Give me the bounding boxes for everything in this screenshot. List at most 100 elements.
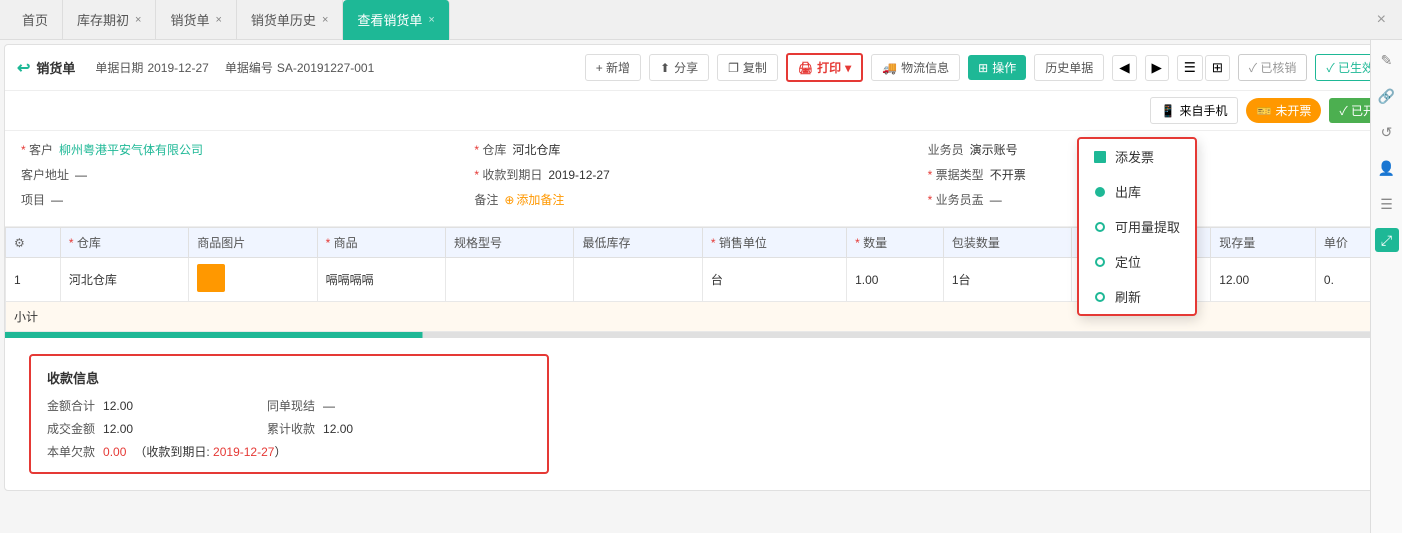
cumulative-payment-label: 累计收款 xyxy=(267,420,315,437)
total-amount-field: 金额合计 12.00 xyxy=(47,397,227,414)
tab-inventory-init[interactable]: 库存期初 × xyxy=(63,0,156,40)
deal-amount-value: 12.00 xyxy=(103,422,133,436)
cell-index: 1 xyxy=(6,258,61,302)
dropdown-quantity-pick[interactable]: 可用量提取 xyxy=(1079,209,1195,244)
view-toggle: ☰ ⊞ xyxy=(1177,55,1230,81)
tab-home[interactable]: 首页 xyxy=(8,0,63,40)
add-button[interactable]: + 新增 xyxy=(585,54,641,81)
ticket-type-value: 不开票 xyxy=(990,166,1026,183)
doc-number-field: 单据编号 SA-20191227-001 xyxy=(225,59,374,76)
col-product: * 商品 xyxy=(317,228,445,258)
col-min-stock: 最低库存 xyxy=(574,228,702,258)
doc-icon: ↩ xyxy=(17,58,30,78)
cell-pack-qty: 1台 xyxy=(943,258,1071,302)
tab-close-sales[interactable]: × xyxy=(215,14,221,26)
sales-person-value: — xyxy=(990,193,1002,207)
add-note-button[interactable]: ⊕ 添加备注 xyxy=(504,191,564,208)
sidebar-edit-icon[interactable]: ✎ xyxy=(1375,48,1399,72)
tab-sales-order[interactable]: 销货单 × xyxy=(156,0,236,40)
total-amount-value: 12.00 xyxy=(103,399,133,413)
tab-bar: 首页 库存期初 × 销货单 × 销货单历史 × 查看销货单 × × xyxy=(0,0,1402,40)
payment-date-field: 收款到期日 2019-12-27 xyxy=(474,166,927,183)
warehouse-value: 河北仓库 xyxy=(512,141,560,158)
unopened-button[interactable]: 🎫 未开票 xyxy=(1246,98,1321,123)
document-title: ↩ 销货单 xyxy=(17,58,75,78)
overdue-field: 本单欠款 0.00 （收款到期日: 2019-12-27） xyxy=(47,443,286,460)
payment-row-2: 成交金额 12.00 累计收款 12.00 xyxy=(47,420,531,437)
outstock-icon xyxy=(1093,185,1107,199)
dropdown-refresh[interactable]: 刷新 xyxy=(1079,279,1195,314)
logistics-button[interactable]: 🚚 物流信息 xyxy=(871,54,960,81)
cell-current-stock: 12.00 xyxy=(1211,258,1316,302)
col-product-img: 商品图片 xyxy=(189,228,317,258)
employee-value: 演示账号 xyxy=(970,141,1018,158)
check-icon: ✓ xyxy=(1249,61,1257,75)
share-button[interactable]: ⬆ 分享 xyxy=(649,54,709,81)
cell-warehouse: 河北仓库 xyxy=(60,258,188,302)
sidebar-refresh-icon[interactable]: ↺ xyxy=(1375,120,1399,144)
cancelled-status-button[interactable]: ✓ 已核销 xyxy=(1238,54,1308,81)
address-field: 客户地址 — xyxy=(21,166,474,183)
operate-dropdown: 添发票 出库 可用量提取 定位 刷新 xyxy=(1077,137,1197,316)
col-warehouse: * 仓库 xyxy=(60,228,188,258)
cell-model xyxy=(446,258,574,302)
overdue-value: 0.00 xyxy=(103,445,126,459)
dropdown-add-invoice[interactable]: 添发票 xyxy=(1079,139,1195,174)
cell-unit: 台 xyxy=(702,258,846,302)
cell-quantity: 1.00 xyxy=(847,258,944,302)
cumulative-payment-value: 12.00 xyxy=(323,422,353,436)
print-icon: 🖨 xyxy=(798,61,813,75)
number-label: 单据编号 xyxy=(225,59,273,76)
print-button[interactable]: 🖨 打印 ▾ xyxy=(786,53,863,82)
warehouse-label: 仓库 xyxy=(474,141,506,158)
sidebar-link-icon[interactable]: 🔗 xyxy=(1375,84,1399,108)
document-actions: + 新增 ⬆ 分享 ❐ 复制 🖨 打印 ▾ 🚚 物流信息 ⊞ 操作 xyxy=(585,53,1385,82)
right-sidebar: ✎ 🔗 ↺ 👤 ☰ ⤢ xyxy=(1370,40,1402,533)
prev-button[interactable]: ◀ xyxy=(1112,55,1136,81)
tab-view-sales[interactable]: 查看销货单 × xyxy=(343,0,449,40)
col-unit: * 销售单位 xyxy=(702,228,846,258)
address-value: — xyxy=(75,168,87,182)
same-order-field: 同单现结 — xyxy=(267,397,447,414)
sidebar-expand-icon[interactable]: ⤢ xyxy=(1375,228,1399,252)
payment-date-value: 2019-12-27 xyxy=(548,168,609,182)
gear-icon[interactable]: ⚙ xyxy=(14,236,25,250)
grid-view-button[interactable]: ⊞ xyxy=(1205,55,1230,81)
document-meta: 单据日期 2019-12-27 单据编号 SA-20191227-001 xyxy=(95,59,374,76)
date-value: 2019-12-27 xyxy=(147,61,208,75)
ticket-type-label: 票据类型 xyxy=(928,166,984,183)
history-button[interactable]: 历史单据 xyxy=(1034,54,1104,81)
sub-toolbar: 📱 来自手机 🎫 未开票 ✓ 已开 xyxy=(5,91,1397,131)
content-area: ↩ 销货单 单据日期 2019-12-27 单据编号 SA-20191227-0… xyxy=(4,44,1398,491)
sidebar-list-icon[interactable]: ☰ xyxy=(1375,192,1399,216)
tab-close-inventory[interactable]: × xyxy=(135,14,141,26)
mobile-button[interactable]: 📱 来自手机 xyxy=(1150,97,1239,124)
overdue-suffix: （收款到期日: 2019-12-27） xyxy=(134,443,286,460)
employee-label: 业务员 xyxy=(928,141,964,158)
tab-close-history[interactable]: × xyxy=(322,14,328,26)
col-settings[interactable]: ⚙ xyxy=(6,228,61,258)
next-button[interactable]: ▶ xyxy=(1145,55,1169,81)
due-date-value: 2019-12-27 xyxy=(213,445,274,459)
list-view-button[interactable]: ☰ xyxy=(1177,55,1203,81)
customer-value[interactable]: 柳州粤港平安气体有限公司 xyxy=(59,141,203,158)
copy-button[interactable]: ❐ 复制 xyxy=(717,54,778,81)
tab-sales-history[interactable]: 销货单历史 × xyxy=(237,0,343,40)
customer-label: 客户 xyxy=(21,141,53,158)
address-label: 客户地址 xyxy=(21,166,69,183)
sidebar-user-icon[interactable]: 👤 xyxy=(1375,156,1399,180)
payment-info-title: 收款信息 xyxy=(47,368,531,387)
date-label: 单据日期 xyxy=(95,59,143,76)
dropdown-location[interactable]: 定位 xyxy=(1079,244,1195,279)
notes-label: 备注 xyxy=(474,191,498,208)
operate-button[interactable]: ⊞ 操作 xyxy=(968,55,1026,80)
grid-icon: ⊞ xyxy=(978,61,988,75)
effective-check-icon: ✓ xyxy=(1326,61,1334,75)
refresh-icon xyxy=(1093,290,1107,304)
dropdown-outstock[interactable]: 出库 xyxy=(1079,174,1195,209)
sales-person-label: 业务员盂 xyxy=(928,191,984,208)
payment-row-3: 本单欠款 0.00 （收款到期日: 2019-12-27） xyxy=(47,443,531,460)
document-header: ↩ 销货单 单据日期 2019-12-27 单据编号 SA-20191227-0… xyxy=(5,45,1397,91)
window-close-button[interactable]: × xyxy=(1369,11,1394,29)
tab-close-view-sales[interactable]: × xyxy=(428,14,434,26)
